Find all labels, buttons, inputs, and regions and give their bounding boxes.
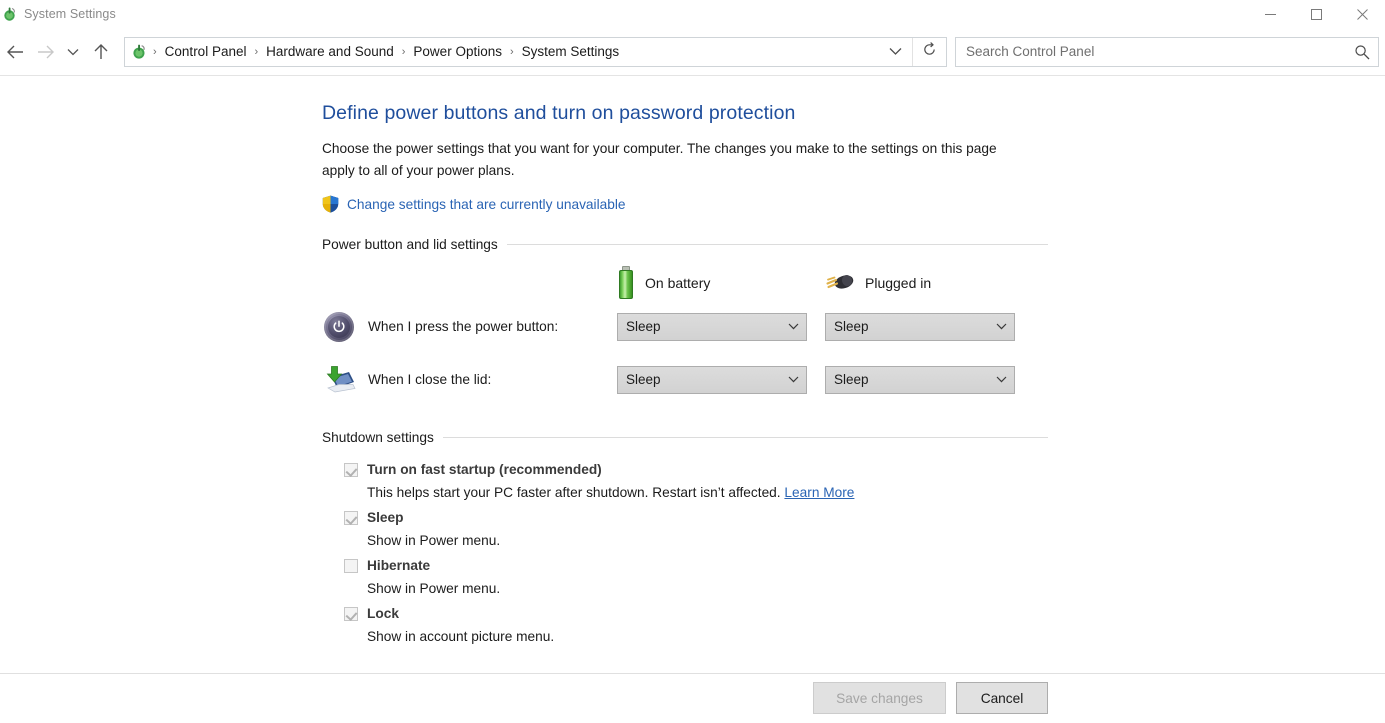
lock-checkbox[interactable] (344, 607, 358, 621)
page-title: Define power buttons and turn on passwor… (322, 102, 796, 124)
change-settings-link[interactable]: Change settings that are currently unava… (347, 197, 625, 212)
column-on-battery: On battery (617, 266, 825, 300)
breadcrumb-separator: › (509, 45, 514, 58)
chevron-down-icon (889, 43, 902, 61)
shutdown-section-header: Shutdown settings (322, 430, 1048, 445)
breadcrumb-separator: › (401, 45, 406, 58)
shutdown-section-title: Shutdown settings (322, 430, 434, 445)
breadcrumb: › Control Panel › Hardware and Sound › P… (125, 42, 878, 61)
power-button-label: When I press the power button: (368, 319, 559, 334)
column-plugged-in: Plugged in (825, 271, 1033, 295)
footer-bar: Save changes Cancel (0, 673, 1385, 722)
lid-row-label: When I close the lid: (322, 363, 617, 397)
lid-plugged-in-dropdown[interactable]: Sleep (825, 365, 1015, 394)
content-area: Define power buttons and turn on passwor… (0, 76, 1385, 722)
settings-page: Define power buttons and turn on passwor… (322, 102, 1048, 651)
column-plugged-in-label: Plugged in (865, 275, 932, 291)
sleep-description: Show in Power menu. (367, 533, 501, 548)
power-section-title: Power button and lid settings (322, 237, 498, 252)
address-bar[interactable]: › Control Panel › Hardware and Sound › P… (124, 36, 947, 67)
search-box[interactable] (955, 36, 1379, 67)
uac-shield-icon (322, 195, 339, 213)
chevron-down-icon (996, 323, 1007, 330)
power-button-on-battery-dropdown[interactable]: Sleep (617, 312, 807, 341)
power-options-icon (2, 6, 18, 22)
power-button-row-label: When I press the power button: (322, 310, 617, 344)
fast-startup-label: Turn on fast startup (recommended) (367, 462, 602, 477)
recent-locations-button[interactable] (60, 36, 86, 68)
chevron-down-icon (788, 323, 799, 330)
title-bar: System Settings (0, 0, 1385, 28)
hibernate-checkbox[interactable] (344, 559, 358, 573)
address-bar-actions (878, 37, 946, 66)
checkbox-row-fast-startup[interactable]: Turn on fast startup (recommended) (344, 459, 1048, 481)
breadcrumb-item-control-panel[interactable]: Control Panel (160, 42, 252, 61)
breadcrumb-item-power-options[interactable]: Power Options (408, 42, 507, 61)
fast-startup-description: This helps start your PC faster after sh… (367, 485, 781, 500)
sleep-label: Sleep (367, 510, 404, 525)
lid-label: When I close the lid: (368, 372, 492, 387)
forward-button[interactable] (30, 36, 60, 68)
fast-startup-checkbox[interactable] (344, 463, 358, 477)
hibernate-label: Hibernate (367, 558, 431, 573)
battery-icon (617, 266, 635, 300)
refresh-button[interactable] (912, 37, 946, 66)
admin-settings-row[interactable]: Change settings that are currently unava… (322, 195, 1048, 213)
learn-more-link[interactable]: Learn More (784, 485, 854, 500)
lock-label: Lock (367, 606, 399, 621)
power-column-headers: On battery Plugged in (322, 266, 1048, 300)
breadcrumb-item-system-settings[interactable]: System Settings (517, 42, 625, 61)
laptop-lid-icon (322, 363, 356, 397)
window-title: System Settings (24, 7, 116, 21)
cancel-button[interactable]: Cancel (956, 682, 1048, 714)
dropdown-value: Sleep (834, 372, 869, 387)
address-dropdown-button[interactable] (878, 38, 912, 66)
power-plug-icon (825, 271, 855, 295)
dropdown-value: Sleep (834, 319, 869, 334)
chevron-down-icon (788, 376, 799, 383)
close-button[interactable] (1339, 0, 1385, 28)
fast-startup-description-row: This helps start your PC faster after sh… (344, 482, 1048, 504)
power-section-header: Power button and lid settings (322, 237, 1048, 252)
checkbox-row-hibernate[interactable]: Hibernate (344, 555, 1048, 577)
breadcrumb-power-icon (131, 43, 148, 60)
shutdown-options-list: Turn on fast startup (recommended) This … (322, 459, 1048, 648)
lid-setting-row: When I close the lid: Sleep Sleep (322, 353, 1048, 406)
hibernate-description: Show in Power menu. (367, 581, 501, 596)
search-input[interactable] (966, 44, 1354, 59)
section-divider (506, 244, 1048, 245)
checkbox-row-sleep[interactable]: Sleep (344, 507, 1048, 529)
breadcrumb-separator: › (153, 45, 157, 58)
save-changes-button[interactable]: Save changes (813, 682, 946, 714)
search-icon[interactable] (1354, 44, 1370, 60)
breadcrumb-item-hardware-and-sound[interactable]: Hardware and Sound (261, 42, 399, 61)
sleep-checkbox[interactable] (344, 511, 358, 525)
power-button-icon (322, 310, 356, 344)
up-button[interactable] (86, 36, 116, 68)
lock-description: Show in account picture menu. (367, 629, 555, 644)
page-description: Choose the power settings that you want … (322, 141, 997, 178)
window-controls (1247, 0, 1385, 28)
column-on-battery-label: On battery (645, 275, 711, 291)
chevron-down-icon (67, 43, 79, 61)
power-button-plugged-in-dropdown[interactable]: Sleep (825, 312, 1015, 341)
chevron-down-icon (996, 376, 1007, 383)
back-button[interactable] (0, 36, 30, 68)
breadcrumb-separator: › (254, 45, 259, 58)
power-button-setting-row: When I press the power button: Sleep Sle… (322, 300, 1048, 353)
section-divider (442, 437, 1048, 438)
checkbox-row-lock[interactable]: Lock (344, 603, 1048, 625)
dropdown-value: Sleep (626, 372, 661, 387)
refresh-icon (922, 41, 937, 62)
dropdown-value: Sleep (626, 319, 661, 334)
lid-on-battery-dropdown[interactable]: Sleep (617, 365, 807, 394)
navigation-bar: › Control Panel › Hardware and Sound › P… (0, 28, 1385, 76)
maximize-button[interactable] (1293, 0, 1339, 28)
minimize-button[interactable] (1247, 0, 1293, 28)
